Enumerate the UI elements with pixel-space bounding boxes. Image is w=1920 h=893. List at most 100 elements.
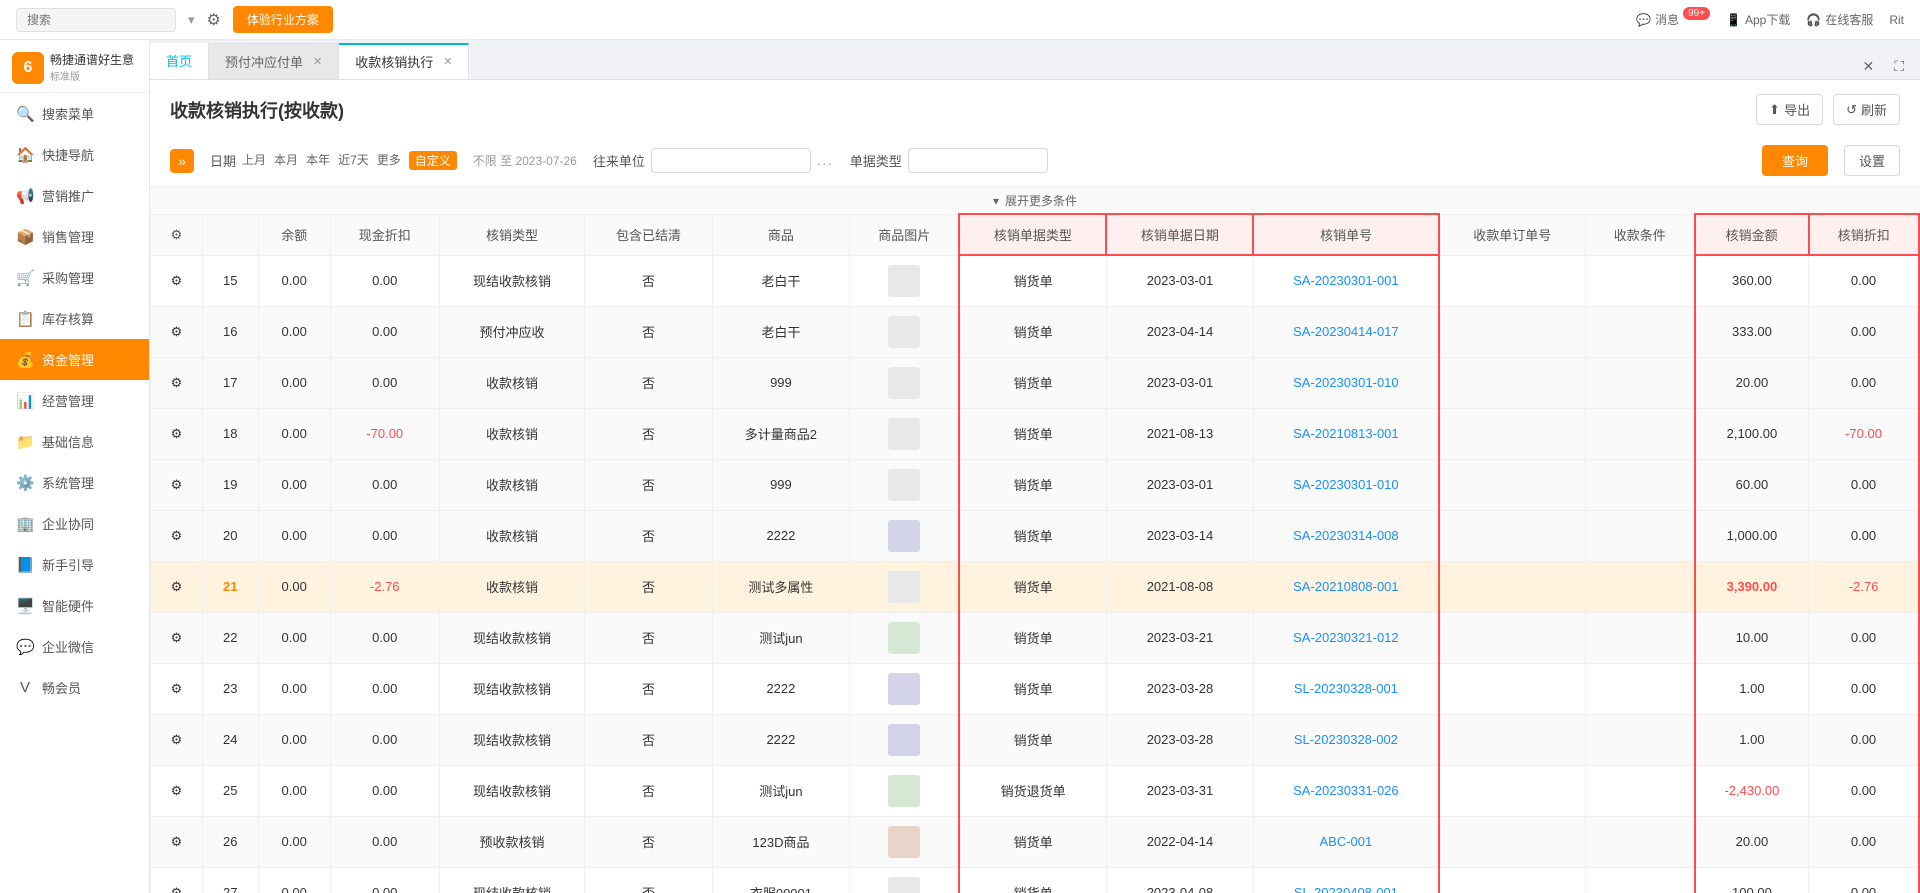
tab-receipt[interactable]: 收款核销执行 ✕ bbox=[339, 43, 469, 79]
sidebar-label-finance: 资金管理 bbox=[42, 350, 94, 369]
bill-no-link[interactable]: SA-20230321-012 bbox=[1293, 630, 1399, 645]
expand-conditions-bar[interactable]: ▾ 展开更多条件 bbox=[150, 187, 1920, 213]
sidebar-item-base-info[interactable]: 📁 基础信息 bbox=[0, 421, 149, 462]
bill-no-link[interactable]: SA-20230301-001 bbox=[1293, 273, 1399, 288]
gear-icon[interactable]: ⚙ bbox=[207, 10, 221, 30]
bill-no-link[interactable]: SA-20210813-001 bbox=[1293, 426, 1399, 441]
td-verify-amount: 360.00 bbox=[1695, 255, 1809, 306]
sidebar-item-business[interactable]: 📊 经营管理 bbox=[0, 380, 149, 421]
query-button[interactable]: 查询 bbox=[1762, 145, 1828, 176]
sidebar-label-system: 系统管理 bbox=[42, 473, 94, 492]
user-menu[interactable]: Rit bbox=[1889, 13, 1904, 27]
tab-prepay[interactable]: 预付冲应付单 ✕ bbox=[209, 43, 339, 79]
th-bill-no[interactable]: 核销单号 bbox=[1253, 214, 1438, 255]
sidebar-item-search[interactable]: 🔍 搜索菜单 bbox=[0, 93, 149, 134]
sidebar-item-system[interactable]: ⚙️ 系统管理 bbox=[0, 462, 149, 503]
online-service-link[interactable]: 🎧 在线客服 bbox=[1806, 11, 1873, 28]
settings-button[interactable]: 设置 bbox=[1844, 145, 1900, 176]
date-custom-label[interactable]: 自定义 bbox=[409, 151, 457, 170]
td-verify-type: 收款核销 bbox=[439, 459, 585, 510]
td-gear[interactable]: ⚙ bbox=[151, 714, 203, 765]
th-include-settled[interactable]: 包含已结清 bbox=[585, 214, 712, 255]
bill-no-link[interactable]: ABC-001 bbox=[1320, 834, 1373, 849]
industry-solution-button[interactable]: 体验行业方案 bbox=[233, 6, 333, 33]
th-cash-discount[interactable]: 现金折扣 bbox=[330, 214, 439, 255]
tab-receipt-close[interactable]: ✕ bbox=[443, 55, 452, 68]
td-num: 20 bbox=[202, 510, 258, 561]
td-gear[interactable]: ⚙ bbox=[151, 408, 203, 459]
app-download-link[interactable]: 📱 App下载 bbox=[1726, 11, 1790, 28]
td-gear[interactable]: ⚙ bbox=[151, 765, 203, 816]
bill-type-select[interactable]: 销货单 销货退货单 bbox=[908, 148, 1048, 173]
th-verify-discount[interactable]: 核销折扣 bbox=[1809, 214, 1919, 255]
date-this-month[interactable]: 本月 bbox=[274, 151, 298, 170]
td-gear[interactable]: ⚙ bbox=[151, 561, 203, 612]
bill-no-link[interactable]: SA-20210808-001 bbox=[1293, 579, 1399, 594]
date-last-month[interactable]: 上月 bbox=[242, 151, 266, 170]
td-gear[interactable]: ⚙ bbox=[151, 510, 203, 561]
th-gear[interactable]: ⚙ bbox=[151, 214, 203, 255]
th-bill-type[interactable]: 核销单据类型 bbox=[959, 214, 1106, 255]
td-gear[interactable]: ⚙ bbox=[151, 459, 203, 510]
td-bill-date: 2023-03-28 bbox=[1106, 663, 1253, 714]
bill-no-link[interactable]: SL-20230408-001 bbox=[1294, 885, 1398, 893]
date-7days[interactable]: 近7天 bbox=[338, 151, 369, 170]
th-product-img[interactable]: 商品图片 bbox=[850, 214, 960, 255]
sidebar-item-sales[interactable]: 📦 销售管理 bbox=[0, 216, 149, 257]
unit-input[interactable] bbox=[651, 148, 811, 173]
notification-badge: 99+ bbox=[1683, 7, 1710, 20]
export-button[interactable]: ⬆ 导出 bbox=[1756, 94, 1823, 125]
th-receipt-cond[interactable]: 收款条件 bbox=[1585, 214, 1695, 255]
sidebar-item-marketing[interactable]: 📢 营销推广 bbox=[0, 175, 149, 216]
bill-no-link[interactable]: SA-20230301-010 bbox=[1293, 375, 1399, 390]
td-gear[interactable]: ⚙ bbox=[151, 306, 203, 357]
notification-link[interactable]: 💬 消息 99+ bbox=[1636, 11, 1710, 28]
sidebar-item-quick-nav[interactable]: 🏠 快捷导航 bbox=[0, 134, 149, 175]
th-verify-amount[interactable]: 核销金额 bbox=[1695, 214, 1809, 255]
th-receipt-order[interactable]: 收款单订单号 bbox=[1439, 214, 1585, 255]
table-row: ⚙ 20 0.00 0.00 收款核销 否 2222 销货单 2023-03-1… bbox=[151, 510, 1920, 561]
refresh-button[interactable]: ↺ 刷新 bbox=[1833, 94, 1900, 125]
bill-no-link[interactable]: SA-20230331-026 bbox=[1293, 783, 1399, 798]
filter-expand-button[interactable]: » bbox=[170, 149, 194, 173]
sidebar-item-finance[interactable]: 💰 资金管理 bbox=[0, 339, 149, 380]
tab-maximize-button[interactable]: ⛶ bbox=[1886, 54, 1912, 79]
bill-no-link[interactable]: SA-20230314-008 bbox=[1293, 528, 1399, 543]
sidebar-item-purchase[interactable]: 🛒 采购管理 bbox=[0, 257, 149, 298]
th-balance[interactable]: 余额 bbox=[258, 214, 330, 255]
td-verify-discount: 0.00 bbox=[1809, 459, 1919, 510]
td-gear[interactable]: ⚙ bbox=[151, 867, 203, 893]
date-more[interactable]: 更多 bbox=[377, 151, 401, 170]
bill-no-link[interactable]: SL-20230328-001 bbox=[1294, 681, 1398, 696]
tab-prepay-close[interactable]: ✕ bbox=[313, 55, 322, 68]
table-row: ⚙ 19 0.00 0.00 收款核销 否 999 销货单 2023-03-01 bbox=[151, 459, 1920, 510]
date-this-year[interactable]: 本年 bbox=[306, 151, 330, 170]
sidebar-item-member[interactable]: V 畅会员 bbox=[0, 667, 149, 708]
sidebar-item-guide[interactable]: 📘 新手引导 bbox=[0, 544, 149, 585]
tab-receipt-label: 收款核销执行 bbox=[355, 52, 433, 71]
sidebar-item-enterprise[interactable]: 🏢 企业协同 bbox=[0, 503, 149, 544]
td-include-settled: 否 bbox=[585, 765, 712, 816]
td-gear[interactable]: ⚙ bbox=[151, 816, 203, 867]
td-bill-no: SA-20230414-017 bbox=[1253, 306, 1438, 357]
sidebar-item-hardware[interactable]: 🖥️ 智能硬件 bbox=[0, 585, 149, 626]
tab-home[interactable]: 首页 bbox=[150, 43, 209, 79]
td-gear[interactable]: ⚙ bbox=[151, 255, 203, 306]
td-gear[interactable]: ⚙ bbox=[151, 357, 203, 408]
sidebar-item-wechat[interactable]: 💬 企业微信 bbox=[0, 626, 149, 667]
tab-close-button[interactable]: ✕ bbox=[1854, 54, 1882, 79]
sidebar-item-inventory[interactable]: 📋 库存核算 bbox=[0, 298, 149, 339]
td-gear[interactable]: ⚙ bbox=[151, 663, 203, 714]
sidebar-label-sales: 销售管理 bbox=[42, 227, 94, 246]
td-bill-type: 销货退货单 bbox=[959, 765, 1106, 816]
bill-no-link[interactable]: SL-20230328-002 bbox=[1294, 732, 1398, 747]
app-download-label: App下载 bbox=[1745, 11, 1790, 28]
bill-no-link[interactable]: SA-20230414-017 bbox=[1293, 324, 1399, 339]
th-product[interactable]: 商品 bbox=[712, 214, 850, 255]
th-verify-type[interactable]: 核销类型 bbox=[439, 214, 585, 255]
search-input-wrapper[interactable] bbox=[16, 8, 176, 32]
bill-no-link[interactable]: SA-20230301-010 bbox=[1293, 477, 1399, 492]
search-input[interactable] bbox=[16, 8, 176, 32]
th-bill-date[interactable]: 核销单据日期 bbox=[1106, 214, 1253, 255]
td-gear[interactable]: ⚙ bbox=[151, 612, 203, 663]
